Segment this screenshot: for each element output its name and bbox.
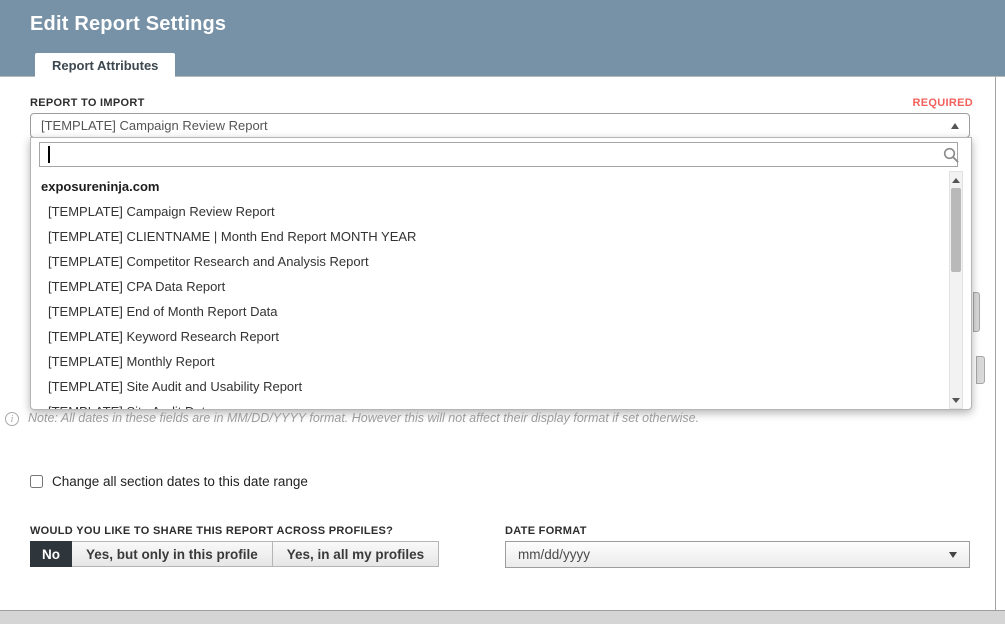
- selected-report-value: [TEMPLATE] Campaign Review Report: [41, 118, 268, 133]
- date-format-value: mm/dd/yyyy: [518, 547, 591, 562]
- report-to-import-select[interactable]: [TEMPLATE] Campaign Review Report: [30, 113, 970, 138]
- dropdown-scrollbar[interactable]: [949, 171, 963, 409]
- date-format-select[interactable]: mm/dd/yyyy: [505, 541, 970, 568]
- triangle-down-icon: [949, 551, 957, 558]
- share-option-all-profiles[interactable]: Yes, in all my profiles: [272, 541, 440, 567]
- section-dates-row: Change all section dates to this date ra…: [30, 474, 308, 489]
- tab-label: Report Attributes: [52, 57, 159, 73]
- date-format-label: DATE FORMAT: [505, 525, 587, 537]
- content-right-border: [995, 77, 996, 611]
- page-title: Edit Report Settings: [30, 13, 227, 35]
- scroll-up-arrow-icon[interactable]: [950, 173, 962, 187]
- tab-report-attributes[interactable]: Report Attributes: [35, 53, 176, 77]
- scroll-down-arrow-icon[interactable]: [950, 393, 962, 407]
- obscured-ui-fragment: [976, 356, 985, 384]
- search-icon: [943, 147, 959, 163]
- report-option[interactable]: [TEMPLATE] CPA Data Report: [31, 274, 941, 299]
- option-group-header: exposureninja.com: [41, 179, 160, 194]
- date-format-note: i Note: All dates in these fields are in…: [5, 411, 699, 426]
- report-option[interactable]: [TEMPLATE] Competitor Research and Analy…: [31, 249, 941, 274]
- share-option-this-profile[interactable]: Yes, but only in this profile: [72, 541, 273, 567]
- share-option-no[interactable]: No: [30, 541, 72, 567]
- report-option[interactable]: [TEMPLATE] CLIENTNAME | Month End Report…: [31, 224, 941, 249]
- window-bottom-edge: [0, 610, 1005, 624]
- report-option[interactable]: [TEMPLATE] Site Audit and Usability Repo…: [31, 374, 941, 399]
- scrollbar-thumb[interactable]: [951, 188, 961, 272]
- report-to-import-label: REPORT TO IMPORT: [30, 97, 145, 109]
- change-dates-label: Change all section dates to this date ra…: [52, 474, 308, 489]
- info-icon: i: [5, 412, 19, 426]
- report-search-input[interactable]: [39, 142, 958, 167]
- required-badge: REQUIRED: [912, 97, 973, 109]
- text-cursor: [48, 146, 50, 163]
- edit-report-settings-dialog: Edit Report Settings Report Attributes R…: [0, 0, 1005, 624]
- share-toggle-group: No Yes, but only in this profile Yes, in…: [30, 541, 440, 567]
- report-option[interactable]: [TEMPLATE] Campaign Review Report: [31, 199, 941, 224]
- triangle-up-icon: [951, 122, 959, 129]
- report-option-list: exposureninja.com [TEMPLATE] Campaign Re…: [31, 174, 941, 409]
- report-option[interactable]: [TEMPLATE] Monthly Report: [31, 349, 941, 374]
- change-dates-checkbox[interactable]: [30, 475, 43, 488]
- report-option[interactable]: [TEMPLATE] Site Audit Data: [31, 399, 941, 409]
- report-dropdown-panel: exposureninja.com [TEMPLATE] Campaign Re…: [30, 137, 972, 410]
- dialog-header: Edit Report Settings Report Attributes: [0, 0, 1005, 77]
- note-text: Note: All dates in these fields are in M…: [28, 411, 700, 425]
- obscured-ui-fragment: [973, 292, 980, 332]
- report-option[interactable]: [TEMPLATE] Keyword Research Report: [31, 324, 941, 349]
- share-question-label: WOULD YOU LIKE TO SHARE THIS REPORT ACRO…: [30, 525, 394, 537]
- report-option[interactable]: [TEMPLATE] End of Month Report Data: [31, 299, 941, 324]
